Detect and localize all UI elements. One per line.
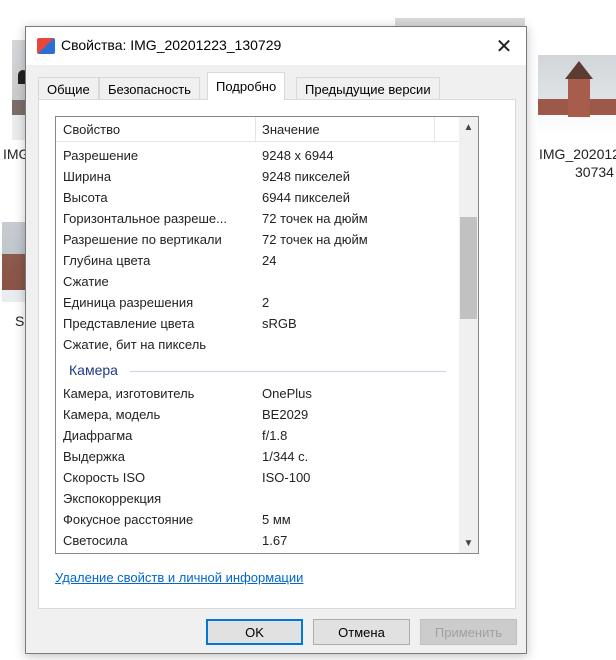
remove-properties-link[interactable]: Удаление свойств и личной информации (55, 570, 303, 585)
scroll-up-button[interactable]: ▲ (459, 117, 478, 137)
vertical-scrollbar[interactable]: ▲ ▼ (459, 117, 478, 553)
property-value: 5 мм (262, 512, 291, 527)
list-item[interactable]: Выдержка 1/344 с. (56, 446, 460, 467)
list-rows: Разрешение 9248 x 6944 Ширина 9248 пикселе… (56, 145, 460, 551)
properties-list[interactable]: Свойство Значение Разрешение 9248 x 6944 … (55, 116, 479, 554)
property-name: Представление цвета (63, 316, 195, 331)
tab-details[interactable]: Подробно (207, 72, 286, 100)
list-header: Свойство Значение (56, 117, 460, 142)
apply-button[interactable]: Применить (420, 619, 517, 645)
property-name: Единица разрешения (63, 295, 194, 310)
tab-security[interactable]: Безопасность (99, 77, 200, 99)
thumbnail-tower (568, 77, 590, 117)
property-value: 72 точек на дюйм (262, 211, 368, 226)
property-name: Ширина (63, 169, 112, 184)
property-name: Экспокоррекция (63, 491, 162, 506)
ok-button[interactable]: OK (206, 619, 303, 645)
property-name: Разрешение по вертикали (63, 232, 222, 247)
file-label: IMG_202012 (539, 146, 616, 162)
details-tab-page: Свойство Значение Разрешение 9248 x 6944 … (38, 99, 516, 609)
property-name: Сжатие (63, 274, 109, 289)
property-value: 1/344 с. (262, 449, 309, 464)
property-name: Фокусное расстояние (63, 512, 194, 527)
property-name: Камера, модель (63, 407, 161, 422)
list-item[interactable]: Светосила 1.67 (56, 530, 460, 551)
property-value: 1.67 (262, 533, 288, 548)
list-item[interactable]: Глубина цвета 24 (56, 250, 460, 271)
property-value: 24 (262, 253, 277, 268)
column-header-value[interactable]: Значение (262, 122, 320, 137)
list-item[interactable]: Представление цвета sRGB (56, 313, 460, 334)
list-item[interactable]: Горизонтальное разреше... 72 точек на дюй… (56, 208, 460, 229)
property-value: BE2029 (262, 407, 309, 422)
cancel-button[interactable]: Отмена (313, 619, 410, 645)
column-divider[interactable] (434, 117, 435, 141)
list-item[interactable]: Единица разрешения 2 (56, 292, 460, 313)
property-name: Светосила (63, 533, 128, 548)
list-item[interactable]: Фокусное расстояние 5 мм (56, 509, 460, 530)
column-divider[interactable] (255, 117, 256, 141)
property-name: Скорость ISO (63, 470, 146, 485)
property-value: ISO-100 (262, 470, 311, 485)
list-item[interactable]: Высота 6944 пикселей (56, 187, 460, 208)
column-header-property[interactable]: Свойство (63, 122, 120, 137)
window-title: Свойства: IMG_20201223_130729 (61, 37, 282, 53)
list-item[interactable]: Сжатие (56, 271, 460, 292)
file-label: 30734 (575, 164, 614, 180)
scroll-down-button[interactable]: ▼ (459, 533, 478, 553)
list-item[interactable]: Диафрагма f/1.8 (56, 425, 460, 446)
properties-dialog: Свойства: IMG_20201223_130729 ✕ Общие Бе… (25, 26, 527, 654)
property-value: 2 (262, 295, 270, 310)
property-value: 9248 пикселей (262, 169, 351, 184)
property-name: Глубина цвета (63, 253, 151, 268)
property-value: 72 точек на дюйм (262, 232, 368, 247)
property-value: 6944 пикселей (262, 190, 351, 205)
property-name: Сжатие, бит на пиксель (63, 337, 207, 352)
close-icon: ✕ (495, 35, 513, 58)
image-file-icon (37, 38, 55, 54)
list-item[interactable]: Экспокоррекция (56, 488, 460, 509)
property-name: Диафрагма (63, 428, 133, 443)
group-header-camera: Камера (56, 355, 460, 383)
property-name: Разрешение (63, 148, 139, 163)
title-bar[interactable]: Свойства: IMG_20201223_130729 ✕ (26, 27, 526, 65)
list-item[interactable]: Скорость ISO ISO-100 (56, 467, 460, 488)
close-button[interactable]: ✕ (482, 27, 526, 65)
list-item[interactable]: Сжатие, бит на пиксель (56, 334, 460, 355)
group-label: Камера (69, 362, 118, 378)
property-value: sRGB (262, 316, 297, 331)
property-value: 9248 x 6944 (262, 148, 334, 163)
chevron-down-icon: ▼ (463, 537, 474, 549)
file-label: S (15, 313, 25, 329)
list-item[interactable]: Ширина 9248 пикселей (56, 166, 460, 187)
list-item[interactable]: Камера, изготовитель OnePlus (56, 383, 460, 404)
list-item[interactable]: Камера, модель BE2029 (56, 404, 460, 425)
property-name: Горизонтальное разреше... (63, 211, 227, 226)
property-value: f/1.8 (262, 428, 288, 443)
property-name: Камера, изготовитель (63, 386, 195, 401)
list-item[interactable]: Разрешение 9248 x 6944 (56, 145, 460, 166)
chevron-up-icon: ▲ (463, 121, 474, 133)
thumbnail-tower-roof (565, 61, 593, 79)
tab-general[interactable]: Общие (38, 77, 99, 99)
property-name: Высота (63, 190, 108, 205)
property-value: OnePlus (262, 386, 312, 401)
scrollbar-thumb[interactable] (460, 217, 477, 319)
tab-previous-versions[interactable]: Предыдущие версии (296, 77, 440, 99)
list-item[interactable]: Разрешение по вертикали 72 точек на дюйм (56, 229, 460, 250)
file-thumbnail[interactable] (538, 55, 616, 135)
group-divider (130, 371, 446, 372)
property-name: Выдержка (63, 449, 125, 464)
